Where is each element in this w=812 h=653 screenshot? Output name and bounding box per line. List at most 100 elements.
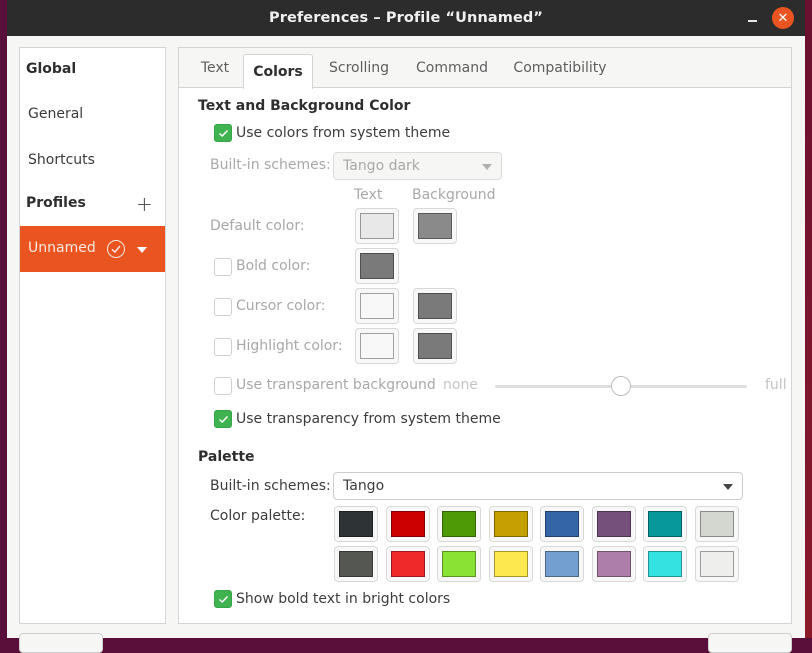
color-swatch [493, 511, 528, 537]
checkmark-icon [218, 595, 229, 604]
color-swatch [648, 511, 682, 537]
minimize-button[interactable] [741, 7, 763, 29]
color-swatch [339, 511, 373, 537]
tab-colors[interactable]: Colors [243, 54, 313, 89]
palette-color-button-1[interactable] [385, 506, 430, 542]
preferences-window: Preferences – Profile “Unnamed” ✕ Global… [7, 0, 805, 653]
bold-bright-label: Show bold text in bright colors [236, 591, 451, 607]
cursor-color-label: Cursor color: [236, 298, 326, 314]
color-swatch [699, 511, 734, 537]
section-title-text-background: Text and Background Color [198, 98, 411, 114]
color-swatch [418, 213, 452, 239]
add-profile-button[interactable]: + [136, 194, 153, 214]
color-swatch [545, 551, 579, 577]
system-transparency-checkbox[interactable] [214, 410, 232, 428]
palette-schemes-label: Built-in schemes: [210, 478, 331, 494]
color-swatch [360, 333, 394, 359]
sidebar-heading-global: Global [26, 61, 77, 77]
color-swatch [545, 511, 579, 537]
bold-color-label: Bold color: [236, 258, 311, 274]
color-swatch [360, 293, 394, 319]
highlight-background-color-button[interactable] [413, 328, 457, 364]
color-swatch [596, 511, 631, 537]
color-swatch [360, 253, 394, 279]
default-profile-check-icon [107, 240, 125, 258]
sidebar-item-shortcuts[interactable]: Shortcuts [28, 152, 95, 168]
slider-min-label: none [443, 377, 478, 393]
checkmark-icon [218, 129, 229, 138]
palette-color-button-12[interactable] [540, 546, 584, 582]
palette-color-button-2[interactable] [437, 506, 481, 542]
sidebar: Global General Shortcuts Profiles + Unna… [19, 47, 166, 624]
bold-color-checkbox[interactable] [214, 258, 232, 276]
sidebar-profile-unnamed[interactable]: Unnamed [20, 226, 165, 272]
slider-max-label: full [765, 377, 787, 393]
tab-text[interactable]: Text [187, 48, 243, 88]
cursor-text-color-button[interactable] [355, 288, 399, 324]
color-swatch [442, 551, 476, 577]
title-bar[interactable]: Preferences – Profile “Unnamed” ✕ [7, 0, 805, 36]
palette-color-button-9[interactable] [385, 546, 430, 582]
color-swatch [360, 213, 394, 239]
tab-command[interactable]: Command [405, 48, 499, 88]
palette-color-button-0[interactable] [334, 506, 378, 542]
palette-color-button-5[interactable] [591, 506, 636, 542]
palette-color-button-11[interactable] [488, 546, 533, 582]
palette-color-button-13[interactable] [591, 546, 636, 582]
minimize-icon [747, 20, 757, 22]
text-schemes-value: Tango dark [343, 158, 420, 174]
tab-scrolling[interactable]: Scrolling [313, 48, 405, 88]
chevron-down-icon [482, 164, 492, 170]
color-swatch [648, 551, 682, 577]
sidebar-item-general[interactable]: General [28, 106, 83, 122]
text-schemes-dropdown[interactable]: Tango dark [333, 152, 502, 180]
color-palette-label: Color palette: [210, 508, 306, 524]
palette-color-button-8[interactable] [334, 546, 378, 582]
help-button[interactable] [19, 633, 103, 653]
palette-color-button-4[interactable] [540, 506, 584, 542]
highlight-color-checkbox[interactable] [214, 338, 232, 356]
column-header-background: Background [412, 187, 496, 203]
color-swatch [699, 551, 734, 577]
default-text-color-button[interactable] [355, 208, 399, 244]
sidebar-heading-profiles: Profiles [26, 195, 86, 211]
bold-bright-checkbox[interactable] [214, 590, 232, 608]
default-background-color-button[interactable] [413, 208, 457, 244]
desktop-background [805, 0, 812, 638]
column-header-text: Text [354, 187, 383, 203]
cursor-color-checkbox[interactable] [214, 298, 232, 316]
color-swatch [390, 511, 425, 537]
color-swatch [339, 551, 373, 577]
chevron-down-icon [723, 484, 733, 490]
close-button[interactable]: ✕ [772, 7, 794, 29]
plus-icon: + [136, 192, 153, 216]
palette-color-button-6[interactable] [643, 506, 687, 542]
transparency-slider-handle[interactable] [611, 376, 631, 396]
palette-color-button-14[interactable] [643, 546, 687, 582]
color-swatch [418, 333, 452, 359]
window-title: Preferences – Profile “Unnamed” [268, 10, 544, 26]
close-icon: ✕ [777, 10, 789, 26]
palette-color-button-15[interactable] [694, 546, 739, 582]
palette-color-button-10[interactable] [437, 546, 481, 582]
transparent-background-label: Use transparent background [236, 377, 436, 393]
highlight-text-color-button[interactable] [355, 328, 399, 364]
color-swatch [442, 511, 476, 537]
system-transparency-label: Use transparency from system theme [236, 411, 501, 427]
transparent-background-checkbox[interactable] [214, 377, 232, 395]
close-dialog-button[interactable] [708, 633, 792, 653]
palette-schemes-dropdown[interactable]: Tango [333, 472, 743, 500]
use-system-colors-checkbox[interactable] [214, 124, 232, 142]
section-title-palette: Palette [198, 449, 255, 465]
palette-color-button-7[interactable] [694, 506, 739, 542]
text-schemes-label: Built-in schemes: [210, 157, 331, 173]
tab-bar: Text Colors Scrolling Command Compatibil… [179, 48, 791, 89]
color-swatch [418, 293, 452, 319]
palette-color-button-3[interactable] [488, 506, 533, 542]
profile-settings-panel: Text Colors Scrolling Command Compatibil… [178, 47, 792, 624]
cursor-background-color-button[interactable] [413, 288, 457, 324]
profile-menu-chevron-down-icon[interactable] [137, 247, 147, 253]
default-color-label: Default color: [210, 218, 305, 234]
tab-compatibility[interactable]: Compatibility [499, 48, 621, 88]
bold-color-button[interactable] [355, 248, 399, 284]
